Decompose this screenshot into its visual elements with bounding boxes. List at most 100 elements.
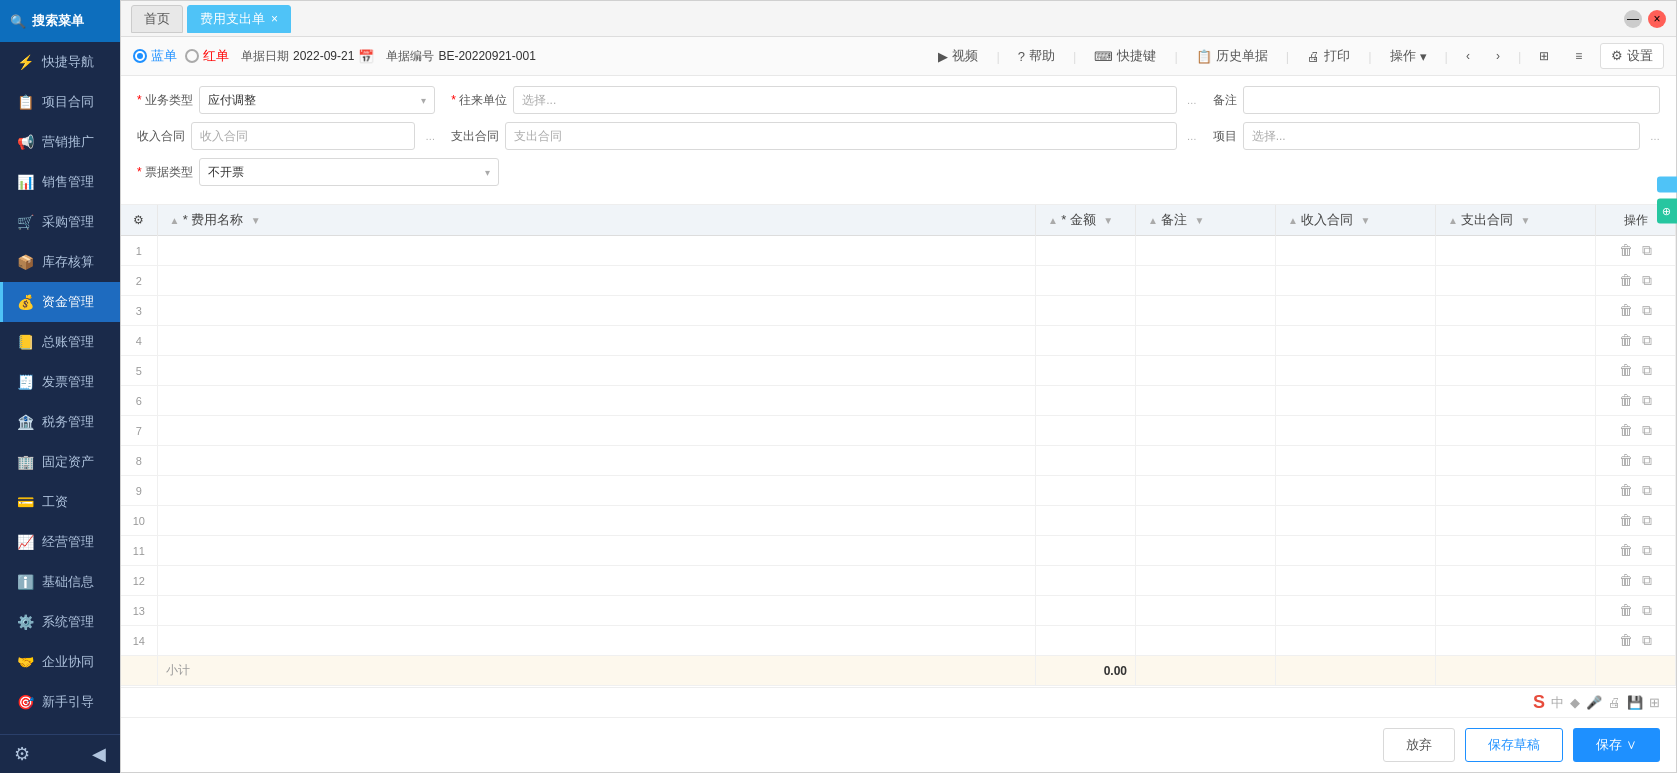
row-note[interactable]: [1136, 266, 1276, 296]
row-amount[interactable]: [1036, 536, 1136, 566]
row-delete-btn[interactable]: 🗑: [1619, 362, 1633, 378]
video-btn[interactable]: ▶ 视频: [930, 44, 986, 68]
sidebar-item-tax-mgmt[interactable]: 🏦 税务管理: [0, 402, 120, 442]
row-note[interactable]: [1136, 236, 1276, 266]
sidebar-item-quick-nav[interactable]: ⚡ 快捷导航: [0, 42, 120, 82]
sidebar-item-project-contract[interactable]: 📋 项目合同: [0, 82, 120, 122]
tab-expense[interactable]: 费用支出单 ×: [187, 5, 291, 33]
row-expense-contract[interactable]: [1436, 506, 1596, 536]
sidebar-item-capital-mgmt[interactable]: 💰 资金管理: [0, 282, 120, 322]
row-delete-btn[interactable]: 🗑: [1619, 302, 1633, 318]
row-amount[interactable]: [1036, 266, 1136, 296]
side-tab-green[interactable]: ⊕: [1657, 199, 1677, 224]
amount-sort-down[interactable]: ▼: [1103, 215, 1113, 226]
row-amount[interactable]: [1036, 386, 1136, 416]
row-expense-contract[interactable]: [1436, 536, 1596, 566]
row-copy-btn[interactable]: ⧉: [1642, 482, 1652, 498]
row-amount[interactable]: [1036, 296, 1136, 326]
row-expense-contract[interactable]: [1436, 236, 1596, 266]
radio-red[interactable]: 红单: [185, 47, 229, 65]
row-expense-name[interactable]: [157, 446, 1036, 476]
row-copy-btn[interactable]: ⧉: [1642, 452, 1652, 468]
project-select[interactable]: 选择...: [1243, 122, 1640, 150]
row-expense-name[interactable]: [157, 476, 1036, 506]
row-expense-name[interactable]: [157, 596, 1036, 626]
list-view-btn[interactable]: ≡: [1567, 46, 1590, 66]
settings-btn[interactable]: ⚙ 设置: [1600, 43, 1664, 69]
save-button[interactable]: 保存 ∨: [1573, 728, 1660, 762]
row-note[interactable]: [1136, 416, 1276, 446]
row-note[interactable]: [1136, 626, 1276, 656]
row-note[interactable]: [1136, 326, 1276, 356]
row-income-contract[interactable]: [1276, 626, 1436, 656]
expense-sort-down[interactable]: ▼: [1521, 215, 1531, 226]
sidebar-item-enterprise[interactable]: 🤝 企业协同: [0, 642, 120, 682]
row-expense-contract[interactable]: [1436, 626, 1596, 656]
row-note[interactable]: [1136, 536, 1276, 566]
row-expense-name[interactable]: [157, 506, 1036, 536]
row-delete-btn[interactable]: 🗑: [1619, 272, 1633, 288]
row-income-contract[interactable]: [1276, 566, 1436, 596]
row-expense-name[interactable]: [157, 626, 1036, 656]
income-sort-up[interactable]: ▲: [1288, 215, 1298, 226]
row-delete-btn[interactable]: 🗑: [1619, 632, 1633, 648]
row-amount[interactable]: [1036, 356, 1136, 386]
shortcut-btn[interactable]: ⌨ 快捷键: [1086, 44, 1164, 68]
history-btn[interactable]: 📋 历史单据: [1188, 44, 1276, 68]
row-expense-name[interactable]: [157, 386, 1036, 416]
sidebar-header[interactable]: 🔍 搜索菜单: [0, 0, 120, 42]
print-btn[interactable]: 🖨 打印: [1299, 44, 1358, 68]
col-settings[interactable]: ⚙: [121, 205, 157, 236]
sidebar-item-new-user[interactable]: 🎯 新手引导: [0, 682, 120, 722]
sidebar-item-purchase-mgmt[interactable]: 🛒 采购管理: [0, 202, 120, 242]
sidebar-item-ops-mgmt[interactable]: 📈 经营管理: [0, 522, 120, 562]
row-copy-btn[interactable]: ⧉: [1642, 392, 1652, 408]
row-expense-name[interactable]: [157, 356, 1036, 386]
row-expense-contract[interactable]: [1436, 296, 1596, 326]
row-income-contract[interactable]: [1276, 536, 1436, 566]
row-copy-btn[interactable]: ⧉: [1642, 542, 1652, 558]
save-draft-button[interactable]: 保存草稿: [1465, 728, 1563, 762]
minimize-button[interactable]: —: [1624, 10, 1642, 28]
row-delete-btn[interactable]: 🗑: [1619, 482, 1633, 498]
row-copy-btn[interactable]: ⧉: [1642, 602, 1652, 618]
row-income-contract[interactable]: [1276, 416, 1436, 446]
sidebar-item-ledger-mgmt[interactable]: 📒 总账管理: [0, 322, 120, 362]
row-expense-contract[interactable]: [1436, 416, 1596, 446]
row-delete-btn[interactable]: 🗑: [1619, 392, 1633, 408]
invoice-type-select[interactable]: 不开票 ▾: [199, 158, 499, 186]
row-amount[interactable]: [1036, 236, 1136, 266]
row-copy-btn[interactable]: ⧉: [1642, 422, 1652, 438]
row-note[interactable]: [1136, 296, 1276, 326]
sidebar-item-fixed-assets[interactable]: 🏢 固定资产: [0, 442, 120, 482]
sidebar-item-inventory[interactable]: 📦 库存核算: [0, 242, 120, 282]
row-expense-name[interactable]: [157, 536, 1036, 566]
row-income-contract[interactable]: [1276, 266, 1436, 296]
row-expense-contract[interactable]: [1436, 476, 1596, 506]
row-delete-btn[interactable]: 🗑: [1619, 512, 1633, 528]
row-income-contract[interactable]: [1276, 356, 1436, 386]
note-input[interactable]: [1243, 86, 1660, 114]
row-delete-btn[interactable]: 🗑: [1619, 572, 1633, 588]
row-expense-name[interactable]: [157, 266, 1036, 296]
row-income-contract[interactable]: [1276, 506, 1436, 536]
row-income-contract[interactable]: [1276, 476, 1436, 506]
sidebar-item-invoice-mgmt[interactable]: 🧾 发票管理: [0, 362, 120, 402]
row-amount[interactable]: [1036, 626, 1136, 656]
prev-btn[interactable]: ‹: [1458, 46, 1478, 66]
grid-view-btn[interactable]: ⊞: [1531, 46, 1557, 66]
row-expense-contract[interactable]: [1436, 596, 1596, 626]
row-note[interactable]: [1136, 566, 1276, 596]
row-income-contract[interactable]: [1276, 386, 1436, 416]
row-amount[interactable]: [1036, 476, 1136, 506]
attachment-tab[interactable]: 附件: [1657, 177, 1677, 193]
row-delete-btn[interactable]: 🗑: [1619, 242, 1633, 258]
expense-sort-up[interactable]: ▲: [1448, 215, 1458, 226]
row-copy-btn[interactable]: ⧉: [1642, 332, 1652, 348]
row-amount[interactable]: [1036, 416, 1136, 446]
expense-contract-select[interactable]: 支出合同: [505, 122, 1177, 150]
collapse-icon[interactable]: ◀: [92, 743, 106, 765]
row-note[interactable]: [1136, 506, 1276, 536]
expense-name-sort-down[interactable]: ▼: [251, 215, 261, 226]
note-sort-down[interactable]: ▼: [1195, 215, 1205, 226]
